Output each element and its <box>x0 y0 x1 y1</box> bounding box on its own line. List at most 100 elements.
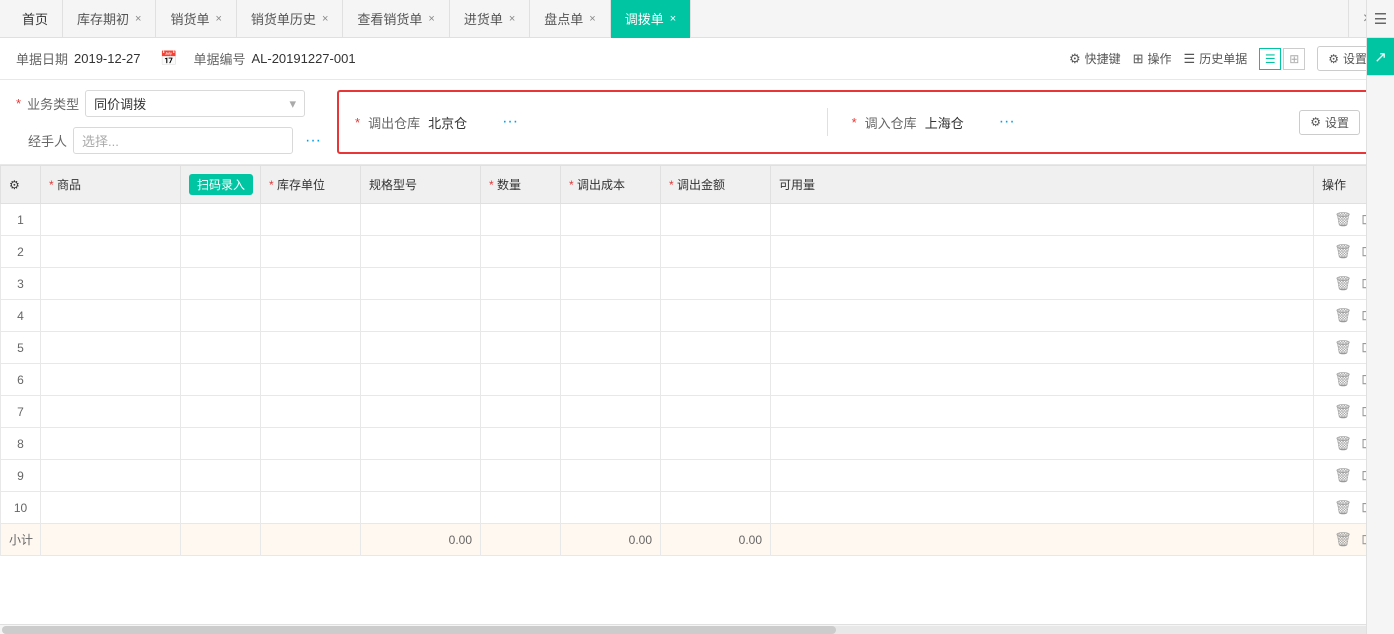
product-cell[interactable] <box>41 236 181 268</box>
business-type-field: * 业务类型 同价调拨 ▾ <box>16 90 321 117</box>
source-warehouse-more-button[interactable]: ··· <box>502 113 518 131</box>
amount-cell <box>561 204 661 236</box>
amount-cell <box>561 332 661 364</box>
close-tab-inventory-init[interactable]: × <box>135 13 141 25</box>
available-cell <box>661 364 771 396</box>
available-cell <box>661 428 771 460</box>
warehouse-settings-icon: ⚙ <box>1310 115 1321 129</box>
product-cell[interactable] <box>41 268 181 300</box>
product-cell[interactable] <box>41 492 181 524</box>
target-warehouse-more-button[interactable]: ··· <box>999 113 1015 131</box>
close-tab-inventory-check[interactable]: × <box>589 13 595 25</box>
close-tab-purchase[interactable]: × <box>509 13 515 25</box>
subtotal-delete-icon[interactable]: 🗑 <box>1334 531 1352 547</box>
scrollbar-area[interactable] <box>0 624 1394 634</box>
delete-row-icon[interactable]: 🗑 <box>1334 499 1352 515</box>
delete-row-icon[interactable]: 🗑 <box>1334 243 1352 259</box>
tab-inventory-check[interactable]: 盘点单 × <box>530 0 610 38</box>
handler-more-button[interactable]: ··· <box>305 132 321 150</box>
delete-row-icon[interactable]: 🗑 <box>1334 467 1352 483</box>
spec-cell <box>261 396 361 428</box>
toolbar-left: 单据日期 2019-12-27 📅 单据编号 AL-20191227-001 <box>16 49 356 68</box>
tab-home[interactable]: 首页 <box>8 0 63 38</box>
number-field: 单据编号 AL-20191227-001 <box>193 49 355 68</box>
qty-cell <box>361 300 481 332</box>
unit-cell <box>181 396 261 428</box>
product-cell[interactable] <box>41 364 181 396</box>
unit-cell <box>181 236 261 268</box>
subtotal-cost: 0.00 <box>561 524 661 556</box>
sidebar-export-icon[interactable]: ↗ <box>1367 38 1394 76</box>
cost-cell <box>481 396 561 428</box>
row-number-cell: 6 <box>1 364 41 396</box>
product-cell[interactable] <box>41 460 181 492</box>
tab-sales-history[interactable]: 销货单历史 × <box>237 0 343 38</box>
source-warehouse-section: * 调出仓库 北京仓 ··· <box>355 113 803 132</box>
unit-cell <box>181 428 261 460</box>
product-cell[interactable] <box>41 332 181 364</box>
row-number-cell: 5 <box>1 332 41 364</box>
close-tab-transfer[interactable]: × <box>670 13 676 25</box>
col-settings-header[interactable]: ⚙ <box>1 166 41 204</box>
shortcut-action[interactable]: ⚙ 快捷键 <box>1069 50 1121 67</box>
delete-row-icon[interactable]: 🗑 <box>1334 307 1352 323</box>
delete-row-icon[interactable]: 🗑 <box>1334 403 1352 419</box>
right-sidebar: ☰ ↗ <box>1366 0 1394 634</box>
target-warehouse-section: * 调入仓库 上海仓 ··· <box>852 113 1300 132</box>
delete-row-icon[interactable]: 🗑 <box>1334 211 1352 227</box>
scan-button[interactable]: 扫码录入 <box>189 174 253 195</box>
tab-view-sales[interactable]: 查看销货单 × <box>343 0 449 38</box>
qty-cell <box>361 268 481 300</box>
table-row: 5 🗑 ⊡ <box>1 332 1394 364</box>
operation-action[interactable]: ⊞ 操作 <box>1133 50 1172 67</box>
handler-select[interactable]: 选择... <box>73 127 293 154</box>
calendar-icon[interactable]: 📅 <box>160 50 177 67</box>
product-cell[interactable] <box>41 204 181 236</box>
tab-sales-order[interactable]: 销货单 × <box>156 0 236 38</box>
tab-purchase[interactable]: 进货单 × <box>450 0 530 38</box>
spec-cell <box>261 492 361 524</box>
amount-cell <box>561 268 661 300</box>
amount-cell <box>561 300 661 332</box>
close-tab-view-sales[interactable]: × <box>428 13 434 25</box>
warehouse-settings-button[interactable]: ⚙ 设置 <box>1299 110 1360 135</box>
col-product-header: * 商品 <box>41 166 181 204</box>
history-action[interactable]: ☰ 历史单据 <box>1184 50 1248 67</box>
form-left: * 业务类型 同价调拨 ▾ 经手人 选择... ··· <box>16 90 321 154</box>
grid-view-button[interactable]: ⊞ <box>1283 48 1305 70</box>
sidebar-list-icon[interactable]: ☰ <box>1367 0 1394 38</box>
cost-cell <box>481 428 561 460</box>
close-tab-sales-order[interactable]: × <box>215 13 221 25</box>
qty-cell <box>361 204 481 236</box>
list-view-button[interactable]: ☰ <box>1259 48 1281 70</box>
delete-row-icon[interactable]: 🗑 <box>1334 275 1352 291</box>
scrollbar-thumb[interactable] <box>2 626 836 634</box>
cost-cell <box>481 364 561 396</box>
qty-cell <box>361 492 481 524</box>
row-number-cell: 7 <box>1 396 41 428</box>
tab-transfer[interactable]: 调拨单 × <box>611 0 691 38</box>
spec-cell <box>261 332 361 364</box>
table-row: 2 🗑 ⊡ <box>1 236 1394 268</box>
list-view-icon: ☰ <box>1265 52 1276 66</box>
qty-cell <box>361 460 481 492</box>
spec-cell <box>261 236 361 268</box>
available-cell <box>661 236 771 268</box>
col-amount-header: * 调出金额 <box>661 166 771 204</box>
close-tab-sales-history[interactable]: × <box>322 13 328 25</box>
spec-cell <box>261 460 361 492</box>
product-cell[interactable] <box>41 396 181 428</box>
product-cell[interactable] <box>41 428 181 460</box>
product-cell[interactable] <box>41 300 181 332</box>
delete-row-icon[interactable]: 🗑 <box>1334 435 1352 451</box>
subtotal-label-cell: 小计 <box>1 524 41 556</box>
delete-row-icon[interactable]: 🗑 <box>1334 339 1352 355</box>
row-number-cell: 10 <box>1 492 41 524</box>
business-type-select[interactable]: 同价调拨 ▾ <box>85 90 305 117</box>
spec-cell <box>261 428 361 460</box>
tab-inventory-init[interactable]: 库存期初 × <box>63 0 156 38</box>
delete-row-icon[interactable]: 🗑 <box>1334 371 1352 387</box>
spec-cell <box>261 204 361 236</box>
table-row: 1 🗑 ⊡ <box>1 204 1394 236</box>
row-number-cell: 9 <box>1 460 41 492</box>
